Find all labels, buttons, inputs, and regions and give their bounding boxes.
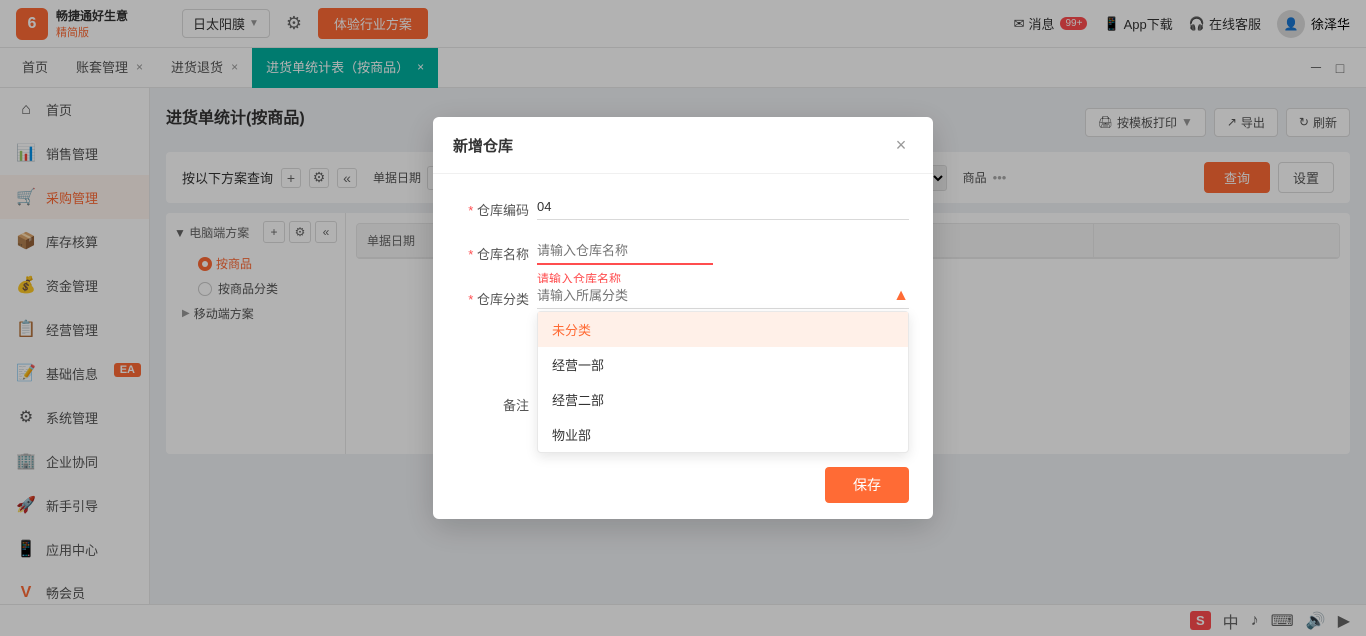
modal-new-warehouse: 新增仓库 × * 仓库编码 * 仓库名称 (433, 117, 933, 519)
note-label: 备注 (457, 389, 537, 414)
save-button[interactable]: 保存 (825, 467, 909, 503)
modal-title: 新增仓库 (453, 135, 513, 156)
modal-overlay: 新增仓库 × * 仓库编码 * 仓库名称 (0, 0, 1366, 636)
form-row-name: * 仓库名称 请输入仓库名称 (457, 238, 909, 265)
category-label: * 仓库分类 (457, 283, 537, 308)
dropdown-item-uncategorized[interactable]: 未分类 (538, 312, 908, 347)
modal-close-btn[interactable]: × (889, 133, 913, 157)
dropdown-item-dept3[interactable]: 物业部 (538, 417, 908, 452)
category-dropdown-menu: 未分类 经营一部 经营二部 物业部 (537, 311, 909, 453)
dropdown-item-dept1[interactable]: 经营一部 (538, 347, 908, 382)
warehouse-name-input[interactable] (537, 238, 713, 265)
code-label: * 仓库编码 (457, 194, 537, 219)
category-input[interactable] (537, 283, 909, 309)
modal-body: * 仓库编码 * 仓库名称 请输入仓库名称 * (433, 174, 933, 455)
warehouse-code-input[interactable] (537, 194, 909, 220)
category-select-wrap: ▲ (537, 283, 909, 309)
name-label: * 仓库名称 (457, 238, 537, 263)
dropdown-item-dept2[interactable]: 经营二部 (538, 382, 908, 417)
modal-header: 新增仓库 × (433, 117, 933, 174)
form-row-code: * 仓库编码 (457, 194, 909, 220)
modal-footer: 保存 (433, 455, 933, 519)
form-row-category: * 仓库分类 ▲ 未分类 经营一部 经营二部 物业部 (457, 283, 909, 309)
category-dropdown-arrow[interactable]: ▲ (893, 287, 909, 305)
